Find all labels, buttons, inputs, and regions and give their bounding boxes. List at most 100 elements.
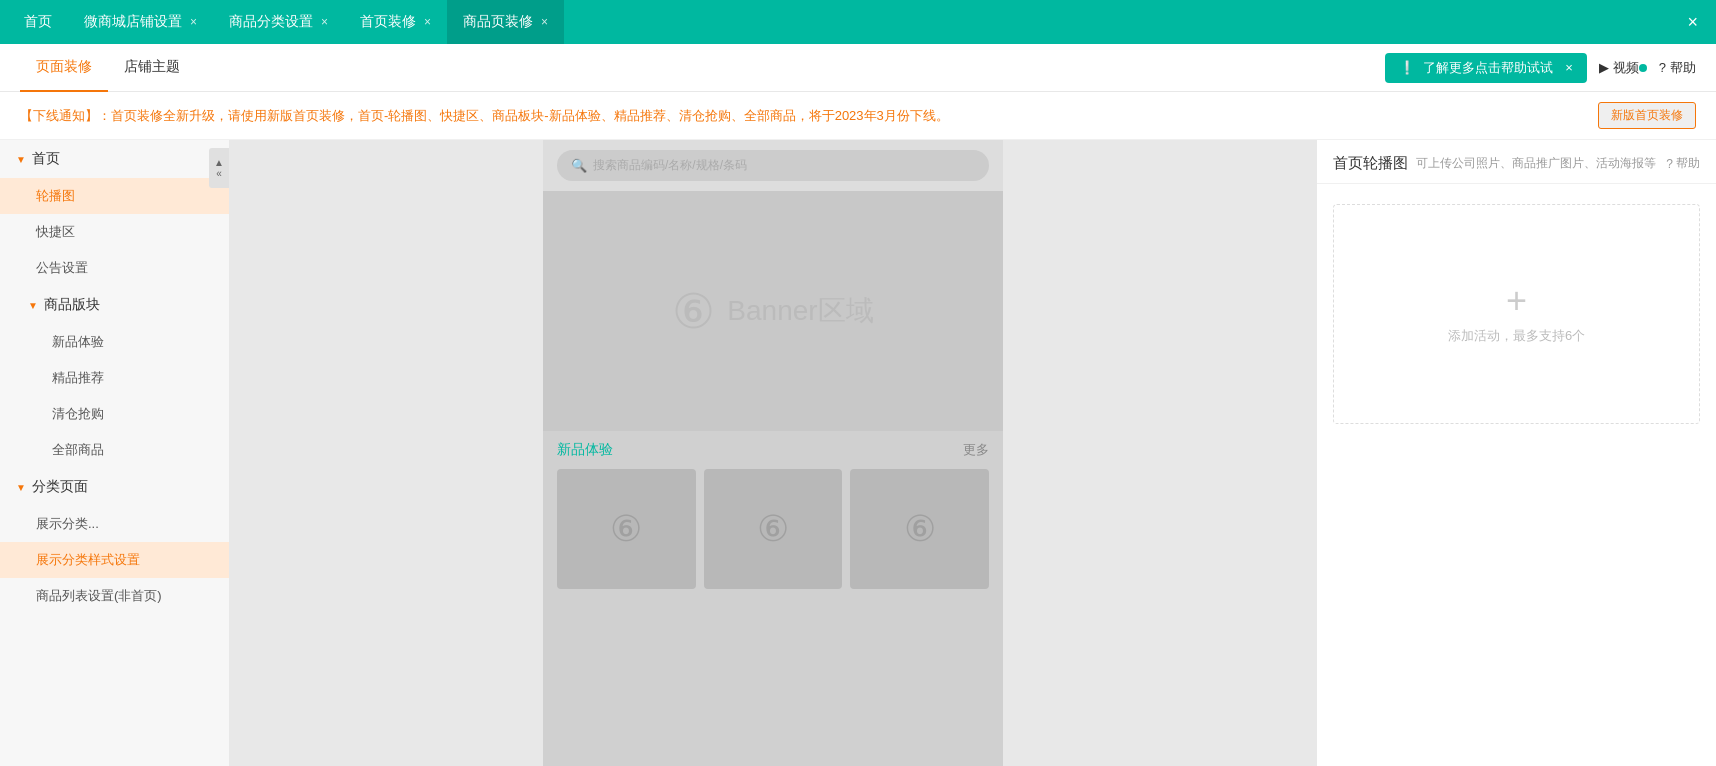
product-section-title: 新品体验 [557, 441, 613, 459]
help-circle-icon: ? [1666, 157, 1673, 171]
product-card-2: ⑥ [704, 469, 843, 589]
sidebar-item-featured-label: 精品推荐 [52, 370, 104, 385]
search-icon: 🔍 [571, 158, 587, 173]
sidebar-item-carousel-label: 轮播图 [36, 188, 75, 203]
sidebar-item-announcement[interactable]: 公告设置 [0, 250, 229, 286]
sidebar-item-clearance-label: 清仓抢购 [52, 406, 104, 421]
sidebar-item-announcement-label: 公告设置 [36, 260, 88, 275]
help-banner-close-icon[interactable]: × [1565, 60, 1573, 75]
right-panel: 首页轮播图 可上传公司照片、商品推广图片、活动海报等 ? 帮助 + 添加活动，最… [1316, 140, 1716, 766]
nav-tab-product-page-decor-label: 商品页装修 [463, 13, 533, 31]
nav-tab-product-page-decor[interactable]: 商品页装修 × [447, 0, 564, 44]
nav-tab-homepage-decor[interactable]: 首页装修 × [344, 0, 447, 44]
product-icon-3: ⑥ [904, 508, 936, 550]
product-section-header: 新品体验 更多 [557, 441, 989, 459]
close-homepage-decor-icon[interactable]: × [424, 15, 431, 29]
nav-tab-home-label: 首页 [24, 13, 52, 31]
close-product-category-icon[interactable]: × [321, 15, 328, 29]
video-icon: ▶ [1599, 60, 1609, 75]
video-link-label: 视频 [1613, 59, 1639, 77]
sidebar-collapse-button[interactable]: ▲ « [209, 148, 229, 188]
banner-text: ⑥ Banner区域 [672, 283, 873, 339]
phone-search-input[interactable]: 🔍 搜索商品编码/名称/规格/条码 [557, 150, 989, 181]
help-banner-text: 了解更多点击帮助试试 [1423, 59, 1553, 77]
sidebar-item-clearance[interactable]: 清仓抢购 [0, 396, 229, 432]
product-card-3: ⑥ [850, 469, 989, 589]
right-panel-help-button[interactable]: ? 帮助 [1666, 155, 1700, 172]
tab-store-theme-label: 店铺主题 [124, 58, 180, 76]
phone-search-bar: 🔍 搜索商品编码/名称/规格/条码 [543, 140, 1003, 191]
help-link-label: 帮助 [1670, 59, 1696, 77]
sidebar-item-new-experience[interactable]: 新品体验 [0, 324, 229, 360]
add-activity-box[interactable]: + 添加活动，最多支持6个 [1333, 204, 1700, 424]
sidebar-section-home[interactable]: ▼ 首页 [0, 140, 229, 178]
right-panel-title: 首页轮播图 [1333, 154, 1408, 173]
sidebar-item-all-products[interactable]: 全部商品 [0, 432, 229, 468]
nav-tab-store-settings-label: 微商城店铺设置 [84, 13, 182, 31]
sidebar-item-featured[interactable]: 精品推荐 [0, 360, 229, 396]
sidebar-section-category-label: 分类页面 [32, 478, 88, 496]
arrow-down-icon-product: ▼ [28, 300, 38, 311]
chevron-left-icon: « [216, 168, 222, 179]
right-panel-help-label: 帮助 [1676, 155, 1700, 172]
second-bar: 页面装修 店铺主题 ❕ 了解更多点击帮助试试 × ▶ 视频 ? 帮助 [0, 44, 1716, 92]
dot-indicator [1639, 64, 1647, 72]
sidebar-item-carousel[interactable]: 轮播图 [0, 178, 229, 214]
chevron-up-icon: ▲ [214, 157, 224, 168]
sidebar-section-home-label: 首页 [32, 150, 60, 168]
right-panel-subtitle: 可上传公司照片、商品推广图片、活动海报等 [1416, 155, 1658, 172]
sidebar-item-shortcut[interactable]: 快捷区 [0, 214, 229, 250]
sidebar-item-new-experience-label: 新品体验 [52, 334, 104, 349]
help-banner[interactable]: ❕ 了解更多点击帮助试试 × [1385, 53, 1587, 83]
sidebar-item-product-list-settings-label: 商品列表设置(非首页) [36, 588, 162, 603]
main-layout: ▲ « ▼ 首页 轮播图 快捷区 公告设置 ▼ 商品版块 新品体验 精品推荐 清… [0, 140, 1716, 766]
help-link[interactable]: ? 帮助 [1659, 59, 1696, 77]
banner-area: ⑥ Banner区域 [543, 191, 1003, 431]
exclamation-icon: ❕ [1399, 60, 1415, 75]
sidebar-item-category-style[interactable]: 展示分类样式设置 [0, 542, 229, 578]
notice-text: 【下线通知】：首页装修全新升级，请使用新版首页装修，首页-轮播图、快捷区、商品板… [20, 107, 949, 125]
sidebar-item-category-style-label: 展示分类样式设置 [36, 552, 140, 567]
banner-label-text: Banner区域 [727, 292, 873, 330]
sidebar-item-all-products-label: 全部商品 [52, 442, 104, 457]
tab-store-theme[interactable]: 店铺主题 [108, 44, 196, 92]
video-link[interactable]: ▶ 视频 [1599, 59, 1639, 77]
top-nav-close-button[interactable]: × [1677, 12, 1708, 33]
sidebar: ▲ « ▼ 首页 轮播图 快捷区 公告设置 ▼ 商品版块 新品体验 精品推荐 清… [0, 140, 230, 766]
nav-tab-store-settings[interactable]: 微商城店铺设置 × [68, 0, 213, 44]
new-version-button[interactable]: 新版首页装修 [1598, 102, 1696, 129]
center-preview: 🔍 搜索商品编码/名称/规格/条码 ⑥ Banner区域 新品体验 更多 [230, 140, 1316, 766]
arrow-down-icon: ▼ [16, 154, 26, 165]
product-grid: ⑥ ⑥ ⑥ [557, 469, 989, 589]
right-panel-body: + 添加活动，最多支持6个 [1317, 184, 1716, 766]
sidebar-item-show-category-label: 展示分类... [36, 516, 99, 531]
sidebar-section-product-block[interactable]: ▼ 商品版块 [0, 286, 229, 324]
product-icon-1: ⑥ [610, 508, 642, 550]
product-section-more: 更多 [963, 441, 989, 459]
search-placeholder: 搜索商品编码/名称/规格/条码 [593, 157, 747, 174]
close-store-settings-icon[interactable]: × [190, 15, 197, 29]
banner-logo-icon: ⑥ [672, 283, 715, 339]
tab-page-decor[interactable]: 页面装修 [20, 44, 108, 92]
plus-icon: + [1506, 283, 1527, 319]
right-panel-header: 首页轮播图 可上传公司照片、商品推广图片、活动海报等 ? 帮助 [1317, 140, 1716, 184]
top-nav: 首页 微商城店铺设置 × 商品分类设置 × 首页装修 × 商品页装修 × × [0, 0, 1716, 44]
sidebar-item-product-block-label: 商品版块 [44, 296, 100, 314]
nav-tab-home[interactable]: 首页 [8, 0, 68, 44]
product-card-1: ⑥ [557, 469, 696, 589]
product-section: 新品体验 更多 ⑥ ⑥ ⑥ [543, 431, 1003, 766]
question-icon: ? [1659, 60, 1666, 75]
product-icon-2: ⑥ [757, 508, 789, 550]
phone-preview: 🔍 搜索商品编码/名称/规格/条码 ⑥ Banner区域 新品体验 更多 [543, 140, 1003, 766]
close-product-page-decor-icon[interactable]: × [541, 15, 548, 29]
sidebar-section-category[interactable]: ▼ 分类页面 [0, 468, 229, 506]
sidebar-item-product-list-settings[interactable]: 商品列表设置(非首页) [0, 578, 229, 614]
tab-page-decor-label: 页面装修 [36, 58, 92, 76]
nav-tab-product-category[interactable]: 商品分类设置 × [213, 0, 344, 44]
arrow-down-icon-category: ▼ [16, 482, 26, 493]
sidebar-item-show-category[interactable]: 展示分类... [0, 506, 229, 542]
nav-tab-homepage-decor-label: 首页装修 [360, 13, 416, 31]
notice-bar: 【下线通知】：首页装修全新升级，请使用新版首页装修，首页-轮播图、快捷区、商品板… [0, 92, 1716, 140]
add-activity-label: 添加活动，最多支持6个 [1448, 327, 1585, 345]
sidebar-item-shortcut-label: 快捷区 [36, 224, 75, 239]
